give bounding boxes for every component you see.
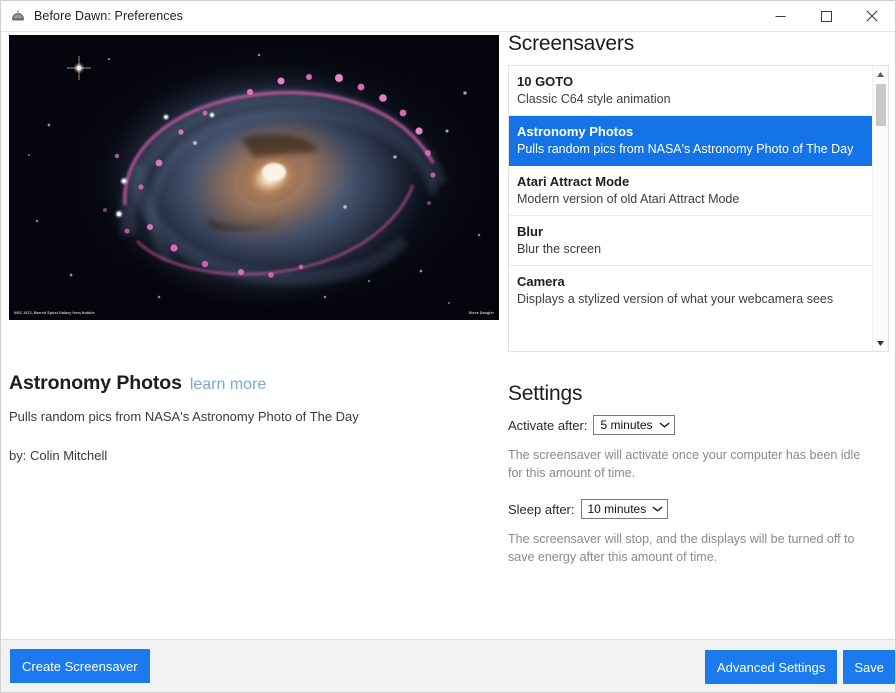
caret-up-icon[interactable] (873, 66, 889, 82)
sleep-after-value: 10 minutes (587, 502, 647, 517)
footer-right-actions: Advanced Settings Save (704, 650, 895, 684)
list-item[interactable]: Atari Attract Mode Modern version of old… (509, 166, 872, 216)
list-item-description: Blur the screen (517, 242, 602, 256)
right-column: Screensavers 10 GOTO Classic C64 style a… (508, 32, 889, 567)
preview-credit-right: Steve Dangler (468, 311, 494, 315)
list-item[interactable]: Astronomy Photos Pulls random pics from … (509, 116, 872, 166)
list-item-name: Astronomy Photos (517, 124, 634, 139)
main-content: NGC 1672, Barred Spiral Galaxy from Hubb… (1, 32, 895, 639)
list-item-description: Displays a stylized version of what your… (517, 292, 834, 306)
close-button[interactable] (849, 1, 895, 32)
lamp-icon (10, 8, 26, 24)
list-item-name: 10 GOTO (517, 74, 574, 89)
caret-down-icon[interactable] (873, 335, 889, 351)
sleep-after-row: Sleep after: 10 minutes (508, 499, 889, 520)
window-title: Before Dawn: Preferences (34, 9, 184, 23)
list-scrollbar[interactable] (872, 66, 888, 351)
sleep-after-select[interactable]: 10 minutes (580, 499, 669, 520)
list-item[interactable]: Camera Displays a stylized version of wh… (509, 266, 872, 315)
title-bar-left: Before Dawn: Preferences (1, 8, 757, 24)
list-item-name: Blur (517, 224, 543, 239)
screensaver-list-container: 10 GOTO Classic C64 style animation Astr… (508, 65, 889, 352)
detail-title: Astronomy Photos (9, 372, 182, 394)
learn-more-link[interactable]: learn more (190, 376, 266, 394)
minimize-button[interactable] (757, 1, 803, 32)
list-item[interactable]: 10 GOTO Classic C64 style animation (509, 66, 872, 116)
screensaver-detail: Astronomy Photos learn more Pulls random… (9, 372, 489, 463)
activate-after-select[interactable]: 5 minutes (593, 415, 675, 435)
chevron-down-icon (652, 505, 663, 514)
preferences-window: Before Dawn: Preferences NGC 1672, Barre… (0, 0, 896, 693)
list-item-description: Modern version of old Atari Attract Mode (517, 192, 740, 206)
list-item-name: Camera (517, 274, 565, 289)
preview-credit-left: NGC 1672, Barred Spiral Galaxy from Hubb… (14, 311, 95, 315)
footer-bar: Create Screensaver Advanced Settings Sav… (1, 639, 895, 692)
list-item-name: Atari Attract Mode (517, 174, 630, 189)
screensaver-preview: NGC 1672, Barred Spiral Galaxy from Hubb… (9, 35, 499, 320)
screensaver-list[interactable]: 10 GOTO Classic C64 style animation Astr… (509, 66, 872, 351)
window-controls (757, 1, 895, 32)
galaxy-image (9, 35, 499, 320)
create-screensaver-button[interactable]: Create Screensaver (10, 649, 150, 683)
screensavers-heading: Screensavers (508, 32, 634, 55)
activate-after-value: 5 minutes (600, 418, 653, 432)
list-item-description: Classic C64 style animation (517, 92, 671, 106)
detail-title-row: Astronomy Photos learn more (9, 372, 489, 395)
sleep-after-help: The screensaver will stop, and the displ… (508, 532, 855, 565)
title-bar: Before Dawn: Preferences (1, 1, 895, 32)
activate-after-label: Activate after: (508, 417, 588, 433)
maximize-button[interactable] (803, 1, 849, 32)
sleep-after-label: Sleep after: (508, 501, 575, 517)
chevron-down-icon (658, 421, 670, 430)
settings-section: Settings Activate after: 5 minutes The s… (508, 382, 889, 567)
list-item[interactable]: Blur Blur the screen (509, 216, 872, 266)
advanced-settings-button[interactable]: Advanced Settings (704, 650, 838, 684)
detail-author: by: Colin Mitchell (9, 448, 108, 463)
settings-heading: Settings (508, 382, 583, 405)
detail-description: Pulls random pics from NASA's Astronomy … (9, 409, 359, 424)
save-button[interactable]: Save (843, 650, 895, 684)
list-item-description: Pulls random pics from NASA's Astronomy … (517, 142, 854, 156)
activate-after-row: Activate after: 5 minutes (508, 415, 889, 435)
activate-after-help: The screensaver will activate once your … (508, 448, 861, 481)
scrollbar-thumb[interactable] (876, 84, 886, 126)
